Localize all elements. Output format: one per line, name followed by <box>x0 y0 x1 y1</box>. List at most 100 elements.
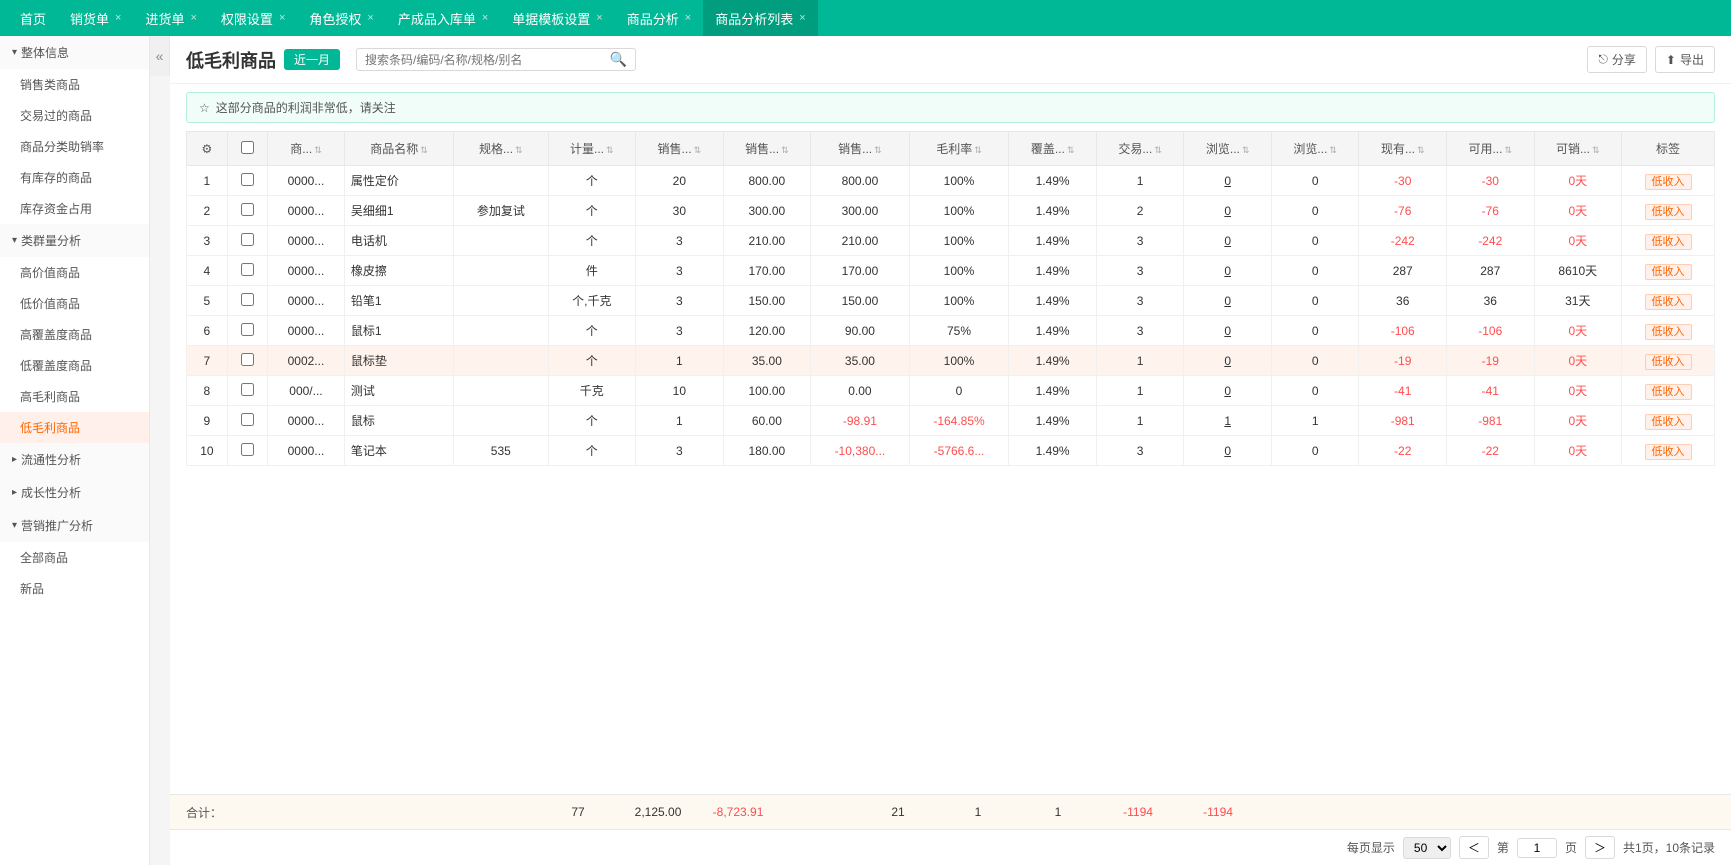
sidebar-group-overall[interactable]: ▾ 整体信息 <box>0 36 149 69</box>
row-checkbox[interactable] <box>227 196 267 226</box>
sidebar-group-circulation[interactable]: ▸ 流通性分析 <box>0 443 149 476</box>
close-icon[interactable]: × <box>799 12 805 24</box>
col-checkbox[interactable] <box>227 132 267 166</box>
row-name[interactable]: 测试 <box>344 376 453 406</box>
nav-product-inbound[interactable]: 产成品入库单 × <box>386 0 500 36</box>
sidebar-item-new-goods[interactable]: 新品 <box>0 573 149 604</box>
row-views1[interactable]: 0 <box>1184 196 1272 226</box>
sidebar-group-marketing[interactable]: ▾ 营销推广分析 <box>0 509 149 542</box>
row-name[interactable]: 鼠标 <box>344 406 453 436</box>
col-tag[interactable]: 标签 <box>1622 132 1715 166</box>
row-name[interactable]: 属性定价 <box>344 166 453 196</box>
nav-permission-settings[interactable]: 权限设置 × <box>209 0 297 36</box>
nav-home[interactable]: 首页 <box>8 0 58 36</box>
nav-product-analysis-list[interactable]: 商品分析列表 × <box>703 0 817 36</box>
select-all-checkbox[interactable] <box>241 141 254 154</box>
row-name[interactable]: 橡皮擦 <box>344 256 453 286</box>
col-spec[interactable]: 规格...⇅ <box>454 132 548 166</box>
sidebar-item-low-coverage[interactable]: 低覆盖度商品 <box>0 350 149 381</box>
row-views1[interactable]: 0 <box>1184 256 1272 286</box>
per-page-select[interactable]: 50 <box>1403 837 1451 859</box>
sidebar-item-high-coverage[interactable]: 高覆盖度商品 <box>0 319 149 350</box>
row-select-checkbox[interactable] <box>241 293 254 306</box>
close-icon[interactable]: × <box>279 12 285 24</box>
row-checkbox[interactable] <box>227 346 267 376</box>
close-icon[interactable]: × <box>367 12 373 24</box>
row-select-checkbox[interactable] <box>241 233 254 246</box>
col-coverage[interactable]: 覆盖...⇅ <box>1009 132 1097 166</box>
next-page-button[interactable]: ＞ <box>1585 836 1615 859</box>
export-button[interactable]: ⬆ 导出 <box>1655 46 1715 73</box>
sidebar-item-high-margin[interactable]: 高毛利商品 <box>0 381 149 412</box>
row-checkbox[interactable] <box>227 256 267 286</box>
nav-purchase-order[interactable]: 进货单 × <box>133 0 208 36</box>
search-icon[interactable]: 🔍 <box>610 51 627 68</box>
row-views1[interactable]: 0 <box>1184 316 1272 346</box>
row-checkbox[interactable] <box>227 286 267 316</box>
page-number-input[interactable] <box>1517 838 1557 858</box>
row-select-checkbox[interactable] <box>241 383 254 396</box>
row-name[interactable]: 鼠标垫 <box>344 346 453 376</box>
sidebar-group-growth[interactable]: ▸ 成长性分析 <box>0 476 149 509</box>
row-views1[interactable]: 0 <box>1184 346 1272 376</box>
nav-template-settings[interactable]: 单据模板设置 × <box>500 0 614 36</box>
sidebar-item-low-value[interactable]: 低价值商品 <box>0 288 149 319</box>
row-views1[interactable]: 0 <box>1184 376 1272 406</box>
col-settings[interactable]: ⚙ <box>187 132 228 166</box>
col-sales-profit[interactable]: 销售...⇅ <box>811 132 910 166</box>
close-icon[interactable]: × <box>596 12 602 24</box>
row-name[interactable]: 鼠标1 <box>344 316 453 346</box>
row-select-checkbox[interactable] <box>241 173 254 186</box>
sidebar-item-sales-goods[interactable]: 销售类商品 <box>0 69 149 100</box>
sidebar-item-stock-capital[interactable]: 库存资金占用 <box>0 193 149 224</box>
row-checkbox[interactable] <box>227 226 267 256</box>
row-select-checkbox[interactable] <box>241 263 254 276</box>
row-checkbox[interactable] <box>227 436 267 466</box>
col-current-stock[interactable]: 现有...⇅ <box>1359 132 1447 166</box>
row-checkbox[interactable] <box>227 406 267 436</box>
close-icon[interactable]: × <box>115 12 121 24</box>
row-select-checkbox[interactable] <box>241 353 254 366</box>
col-name[interactable]: 商品名称⇅ <box>344 132 453 166</box>
row-checkbox[interactable] <box>227 316 267 346</box>
close-icon[interactable]: × <box>190 12 196 24</box>
col-available[interactable]: 可用...⇅ <box>1446 132 1534 166</box>
col-views1[interactable]: 浏览...⇅ <box>1184 132 1272 166</box>
sidebar-item-low-margin[interactable]: 低毛利商品 <box>0 412 149 443</box>
sidebar-item-all-goods[interactable]: 全部商品 <box>0 542 149 573</box>
row-views1[interactable]: 0 <box>1184 286 1272 316</box>
row-select-checkbox[interactable] <box>241 443 254 456</box>
sidebar-item-category-rate[interactable]: 商品分类助销率 <box>0 131 149 162</box>
col-unit[interactable]: 计量...⇅ <box>548 132 636 166</box>
nav-product-analysis[interactable]: 商品分析 × <box>615 0 703 36</box>
row-checkbox[interactable] <box>227 166 267 196</box>
row-views1[interactable]: 0 <box>1184 226 1272 256</box>
col-saleable[interactable]: 可销...⇅ <box>1534 132 1622 166</box>
col-profit-rate[interactable]: 毛利率⇅ <box>909 132 1009 166</box>
row-select-checkbox[interactable] <box>241 203 254 216</box>
row-views1[interactable]: 1 <box>1184 406 1272 436</box>
row-select-checkbox[interactable] <box>241 323 254 336</box>
row-views1[interactable]: 0 <box>1184 166 1272 196</box>
nav-sales-order[interactable]: 销货单 × <box>58 0 133 36</box>
row-name[interactable]: 铅笔1 <box>344 286 453 316</box>
nav-role-auth[interactable]: 角色授权 × <box>297 0 385 36</box>
date-badge[interactable]: 近一月 <box>284 49 340 70</box>
col-sales-qty[interactable]: 销售...⇅ <box>636 132 724 166</box>
col-transactions[interactable]: 交易...⇅ <box>1096 132 1184 166</box>
col-code[interactable]: 商...⇅ <box>268 132 345 166</box>
sidebar-collapse-button[interactable]: « <box>150 36 170 76</box>
row-name[interactable]: 电话机 <box>344 226 453 256</box>
col-views2[interactable]: 浏览...⇅ <box>1271 132 1359 166</box>
row-name[interactable]: 吴细细1 <box>344 196 453 226</box>
sidebar-group-cluster[interactable]: ▾ 类群量分析 <box>0 224 149 257</box>
sidebar-item-high-value[interactable]: 高价值商品 <box>0 257 149 288</box>
row-checkbox[interactable] <box>227 376 267 406</box>
row-select-checkbox[interactable] <box>241 413 254 426</box>
sidebar-item-traded-goods[interactable]: 交易过的商品 <box>0 100 149 131</box>
col-sales-amount[interactable]: 销售...⇅ <box>723 132 811 166</box>
sidebar-item-stocked-goods[interactable]: 有库存的商品 <box>0 162 149 193</box>
close-icon[interactable]: × <box>685 12 691 24</box>
search-input[interactable] <box>365 53 610 67</box>
row-name[interactable]: 笔记本 <box>344 436 453 466</box>
